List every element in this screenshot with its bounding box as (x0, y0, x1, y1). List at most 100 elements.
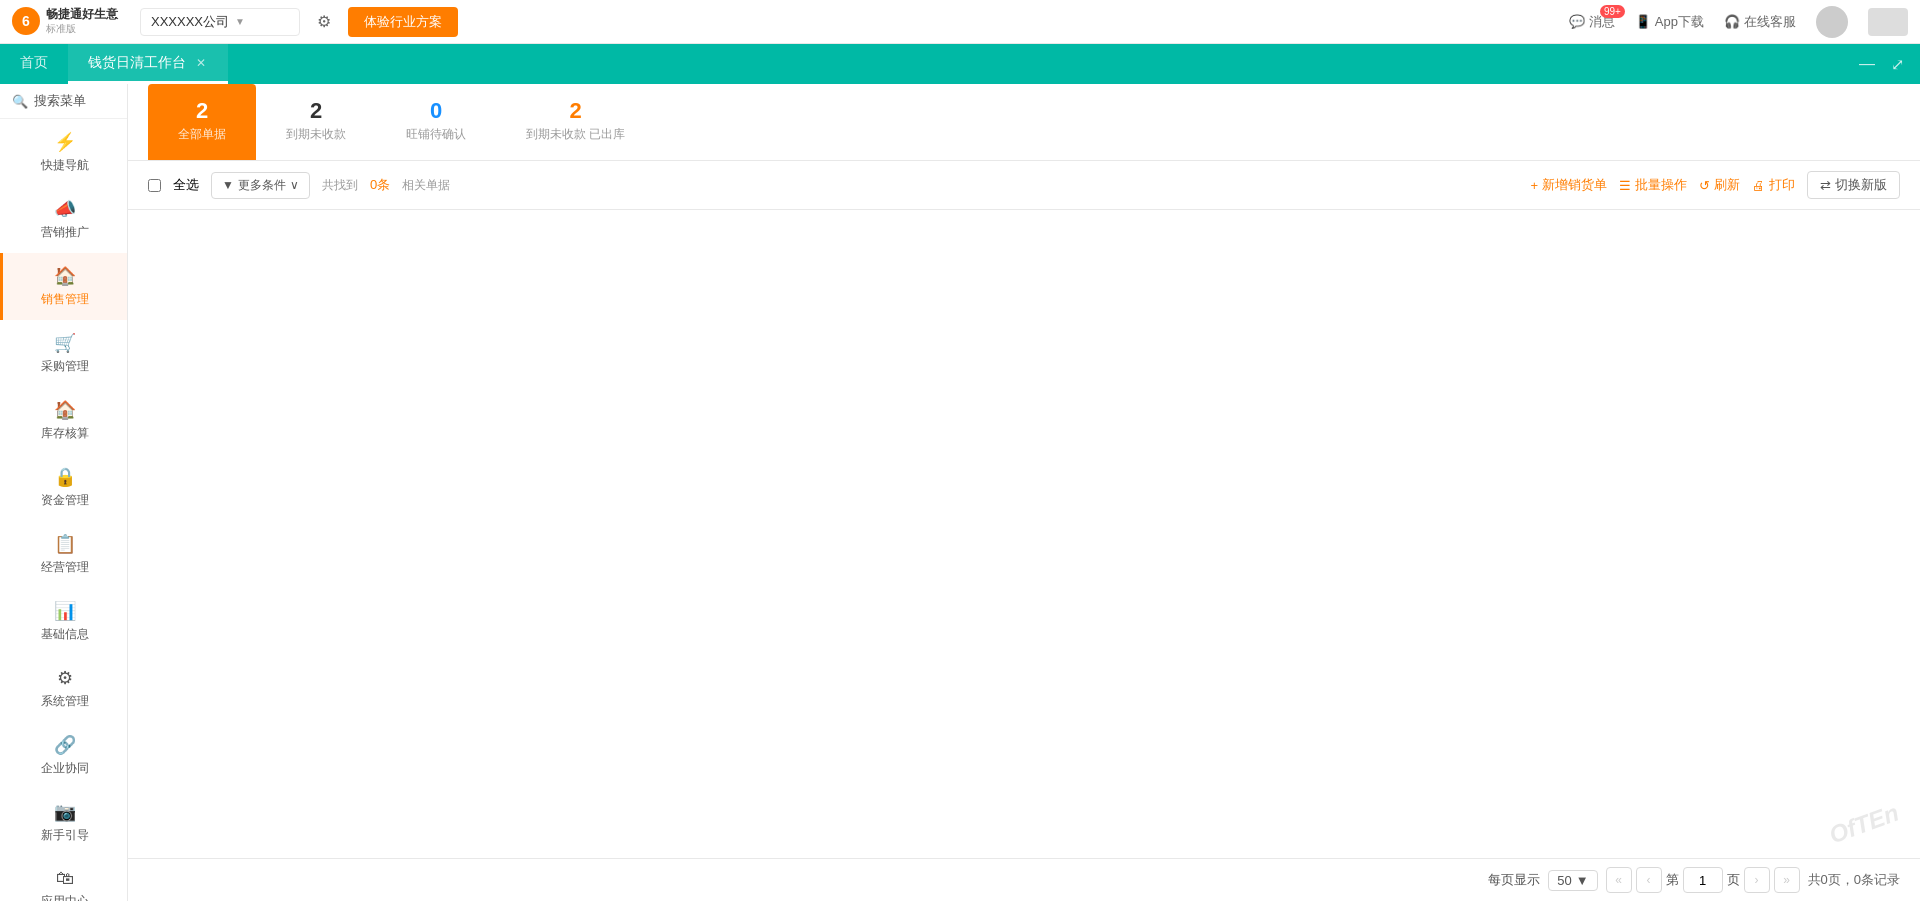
sidebar-item-operation[interactable]: 📋 经营管理 (0, 521, 127, 588)
company-selector[interactable]: XXXXXX公司 ▼ (140, 8, 300, 36)
prev-page-button[interactable]: ‹ (1636, 867, 1662, 893)
batch-operation-button[interactable]: ☰ 批量操作 (1619, 176, 1687, 194)
first-page-button[interactable]: « (1606, 867, 1632, 893)
logo-text-area: 畅捷通好生意 标准版 (46, 7, 118, 35)
sidebar-item-label: 系统管理 (41, 693, 89, 710)
print-icon: 🖨 (1752, 178, 1765, 193)
filter-button[interactable]: ▼ 更多条件 ∨ (211, 172, 310, 199)
last-page-button[interactable]: » (1774, 867, 1800, 893)
stat-number-wangpu: 0 (430, 98, 442, 124)
sidebar: 🔍 搜索菜单 ⚡ 快捷导航 📣 营销推广 🏠 销售管理 🛒 采购管理 🏠 库存核… (0, 84, 128, 901)
tab-close-icon[interactable]: ✕ (194, 56, 208, 70)
online-service-button[interactable]: 🎧 在线客服 (1724, 13, 1796, 31)
app-download-button[interactable]: 📱 App下载 (1635, 13, 1704, 31)
next-page-button[interactable]: › (1744, 867, 1770, 893)
sidebar-item-label: 应用中心 (41, 893, 89, 901)
tab-home[interactable]: 首页 (0, 44, 68, 84)
settings-button[interactable]: ⚙ (308, 6, 340, 38)
sidebar-item-cooperation[interactable]: 🔗 企业协同 (0, 722, 127, 789)
print-button[interactable]: 🖨 打印 (1752, 176, 1795, 194)
app-icon: 🛍 (56, 868, 74, 889)
tab-workbench[interactable]: 钱货日清工作台 ✕ (68, 44, 228, 84)
link-icon: 🔗 (54, 734, 76, 756)
nav-expand-icon[interactable]: ⤢ (1887, 51, 1908, 78)
sidebar-item-purchase[interactable]: 🛒 采购管理 (0, 320, 127, 387)
nav-minimize-icon[interactable]: — (1855, 51, 1879, 77)
message-button[interactable]: 💬 消息 99+ (1569, 13, 1615, 31)
tab-workbench-label: 钱货日清工作台 (88, 54, 186, 72)
found-prefix: 共找到 (322, 177, 358, 194)
sidebar-item-label: 快捷导航 (41, 157, 89, 174)
company-dropdown-icon: ▼ (235, 16, 245, 27)
cart-icon: 🛒 (54, 332, 76, 354)
sidebar-item-inventory[interactable]: 🏠 库存核算 (0, 387, 127, 454)
stat-number-overdue: 2 (310, 98, 322, 124)
switch-version-button[interactable]: ⇄ 切换新版 (1807, 171, 1900, 199)
plus-icon: + (1530, 178, 1538, 193)
content-area: 2 全部单据 2 到期未收款 0 旺铺待确认 2 到期未收款 已出库 全选 ▼ … (128, 84, 1920, 901)
nav-right-actions: — ⤢ (1855, 44, 1920, 84)
sidebar-item-label: 基础信息 (41, 626, 89, 643)
app-download-icon: 📱 (1635, 14, 1651, 29)
top-header: 6 畅捷通好生意 标准版 XXXXXX公司 ▼ ⚙ 体验行业方案 💬 消息 99… (0, 0, 1920, 44)
sidebar-item-sales[interactable]: 🏠 销售管理 (0, 253, 127, 320)
username-display[interactable] (1868, 8, 1908, 36)
sidebar-item-system[interactable]: ⚙ 系统管理 (0, 655, 127, 722)
stat-card-wangpu[interactable]: 0 旺铺待确认 (376, 84, 496, 160)
lock-icon: 🔒 (54, 466, 76, 488)
batch-label: 批量操作 (1635, 176, 1687, 194)
tab-home-label: 首页 (20, 54, 48, 72)
stat-card-all[interactable]: 2 全部单据 (148, 84, 256, 160)
per-page-label: 每页显示 (1488, 871, 1540, 889)
message-icon: 💬 (1569, 14, 1585, 29)
experience-button[interactable]: 体验行业方案 (348, 7, 458, 37)
sidebar-item-quick-nav[interactable]: ⚡ 快捷导航 (0, 119, 127, 186)
filter-label: 更多条件 (238, 177, 286, 194)
sidebar-item-basic-info[interactable]: 📊 基础信息 (0, 588, 127, 655)
sidebar-item-marketing[interactable]: 📣 营销推广 (0, 186, 127, 253)
select-all-label: 全选 (173, 176, 199, 194)
sidebar-item-label: 经营管理 (41, 559, 89, 576)
total-records: 共0页，0条记录 (1808, 871, 1900, 889)
table-area: OfTEn (128, 210, 1920, 858)
stat-card-shipped[interactable]: 2 到期未收款 已出库 (496, 84, 655, 160)
stat-number-all: 2 (196, 98, 208, 124)
sidebar-item-finance[interactable]: 🔒 资金管理 (0, 454, 127, 521)
page-nav: « ‹ 第 页 › » (1606, 867, 1800, 893)
per-page-arrow-icon: ▼ (1576, 873, 1589, 888)
stat-number-shipped: 2 (570, 98, 582, 124)
stat-card-overdue[interactable]: 2 到期未收款 (256, 84, 376, 160)
stat-label-overdue: 到期未收款 (286, 126, 346, 143)
sidebar-item-label: 营销推广 (41, 224, 89, 241)
per-page-value: 50 (1557, 873, 1571, 888)
stat-label-wangpu: 旺铺待确认 (406, 126, 466, 143)
refresh-button[interactable]: ↺ 刷新 (1699, 176, 1740, 194)
headset-icon: 🎧 (1724, 14, 1740, 29)
stat-label-shipped: 到期未收款 已出库 (526, 126, 625, 143)
search-menu[interactable]: 🔍 搜索菜单 (0, 84, 127, 119)
page-number-input[interactable] (1683, 867, 1723, 893)
page-label-prefix: 第 (1666, 871, 1679, 889)
new-order-button[interactable]: + 新增销货单 (1530, 176, 1607, 194)
refresh-label: 刷新 (1714, 176, 1740, 194)
select-all-checkbox[interactable] (148, 179, 161, 192)
sidebar-item-label: 销售管理 (41, 291, 89, 308)
logo-text: 畅捷通好生意 (46, 7, 118, 21)
sidebar-item-guide[interactable]: 📷 新手引导 (0, 789, 127, 856)
empty-state (128, 210, 1920, 858)
megaphone-icon: 📣 (54, 198, 76, 220)
avatar[interactable] (1816, 6, 1848, 38)
batch-icon: ☰ (1619, 178, 1631, 193)
app-download-label: App下载 (1655, 13, 1704, 31)
system-icon: ⚙ (57, 667, 73, 689)
header-right: 💬 消息 99+ 📱 App下载 🎧 在线客服 (1569, 6, 1908, 38)
filter-icon: ▼ (222, 178, 234, 192)
per-page-select[interactable]: 50 ▼ (1548, 870, 1597, 891)
found-count: 0条 (370, 176, 390, 194)
house-icon: 🏠 (54, 265, 76, 287)
search-icon: 🔍 (12, 94, 28, 109)
guide-icon: 📷 (54, 801, 76, 823)
sidebar-item-app-center[interactable]: 🛍 应用中心 (0, 856, 127, 901)
stat-label-all: 全部单据 (178, 126, 226, 143)
switch-icon: ⇄ (1820, 178, 1831, 193)
